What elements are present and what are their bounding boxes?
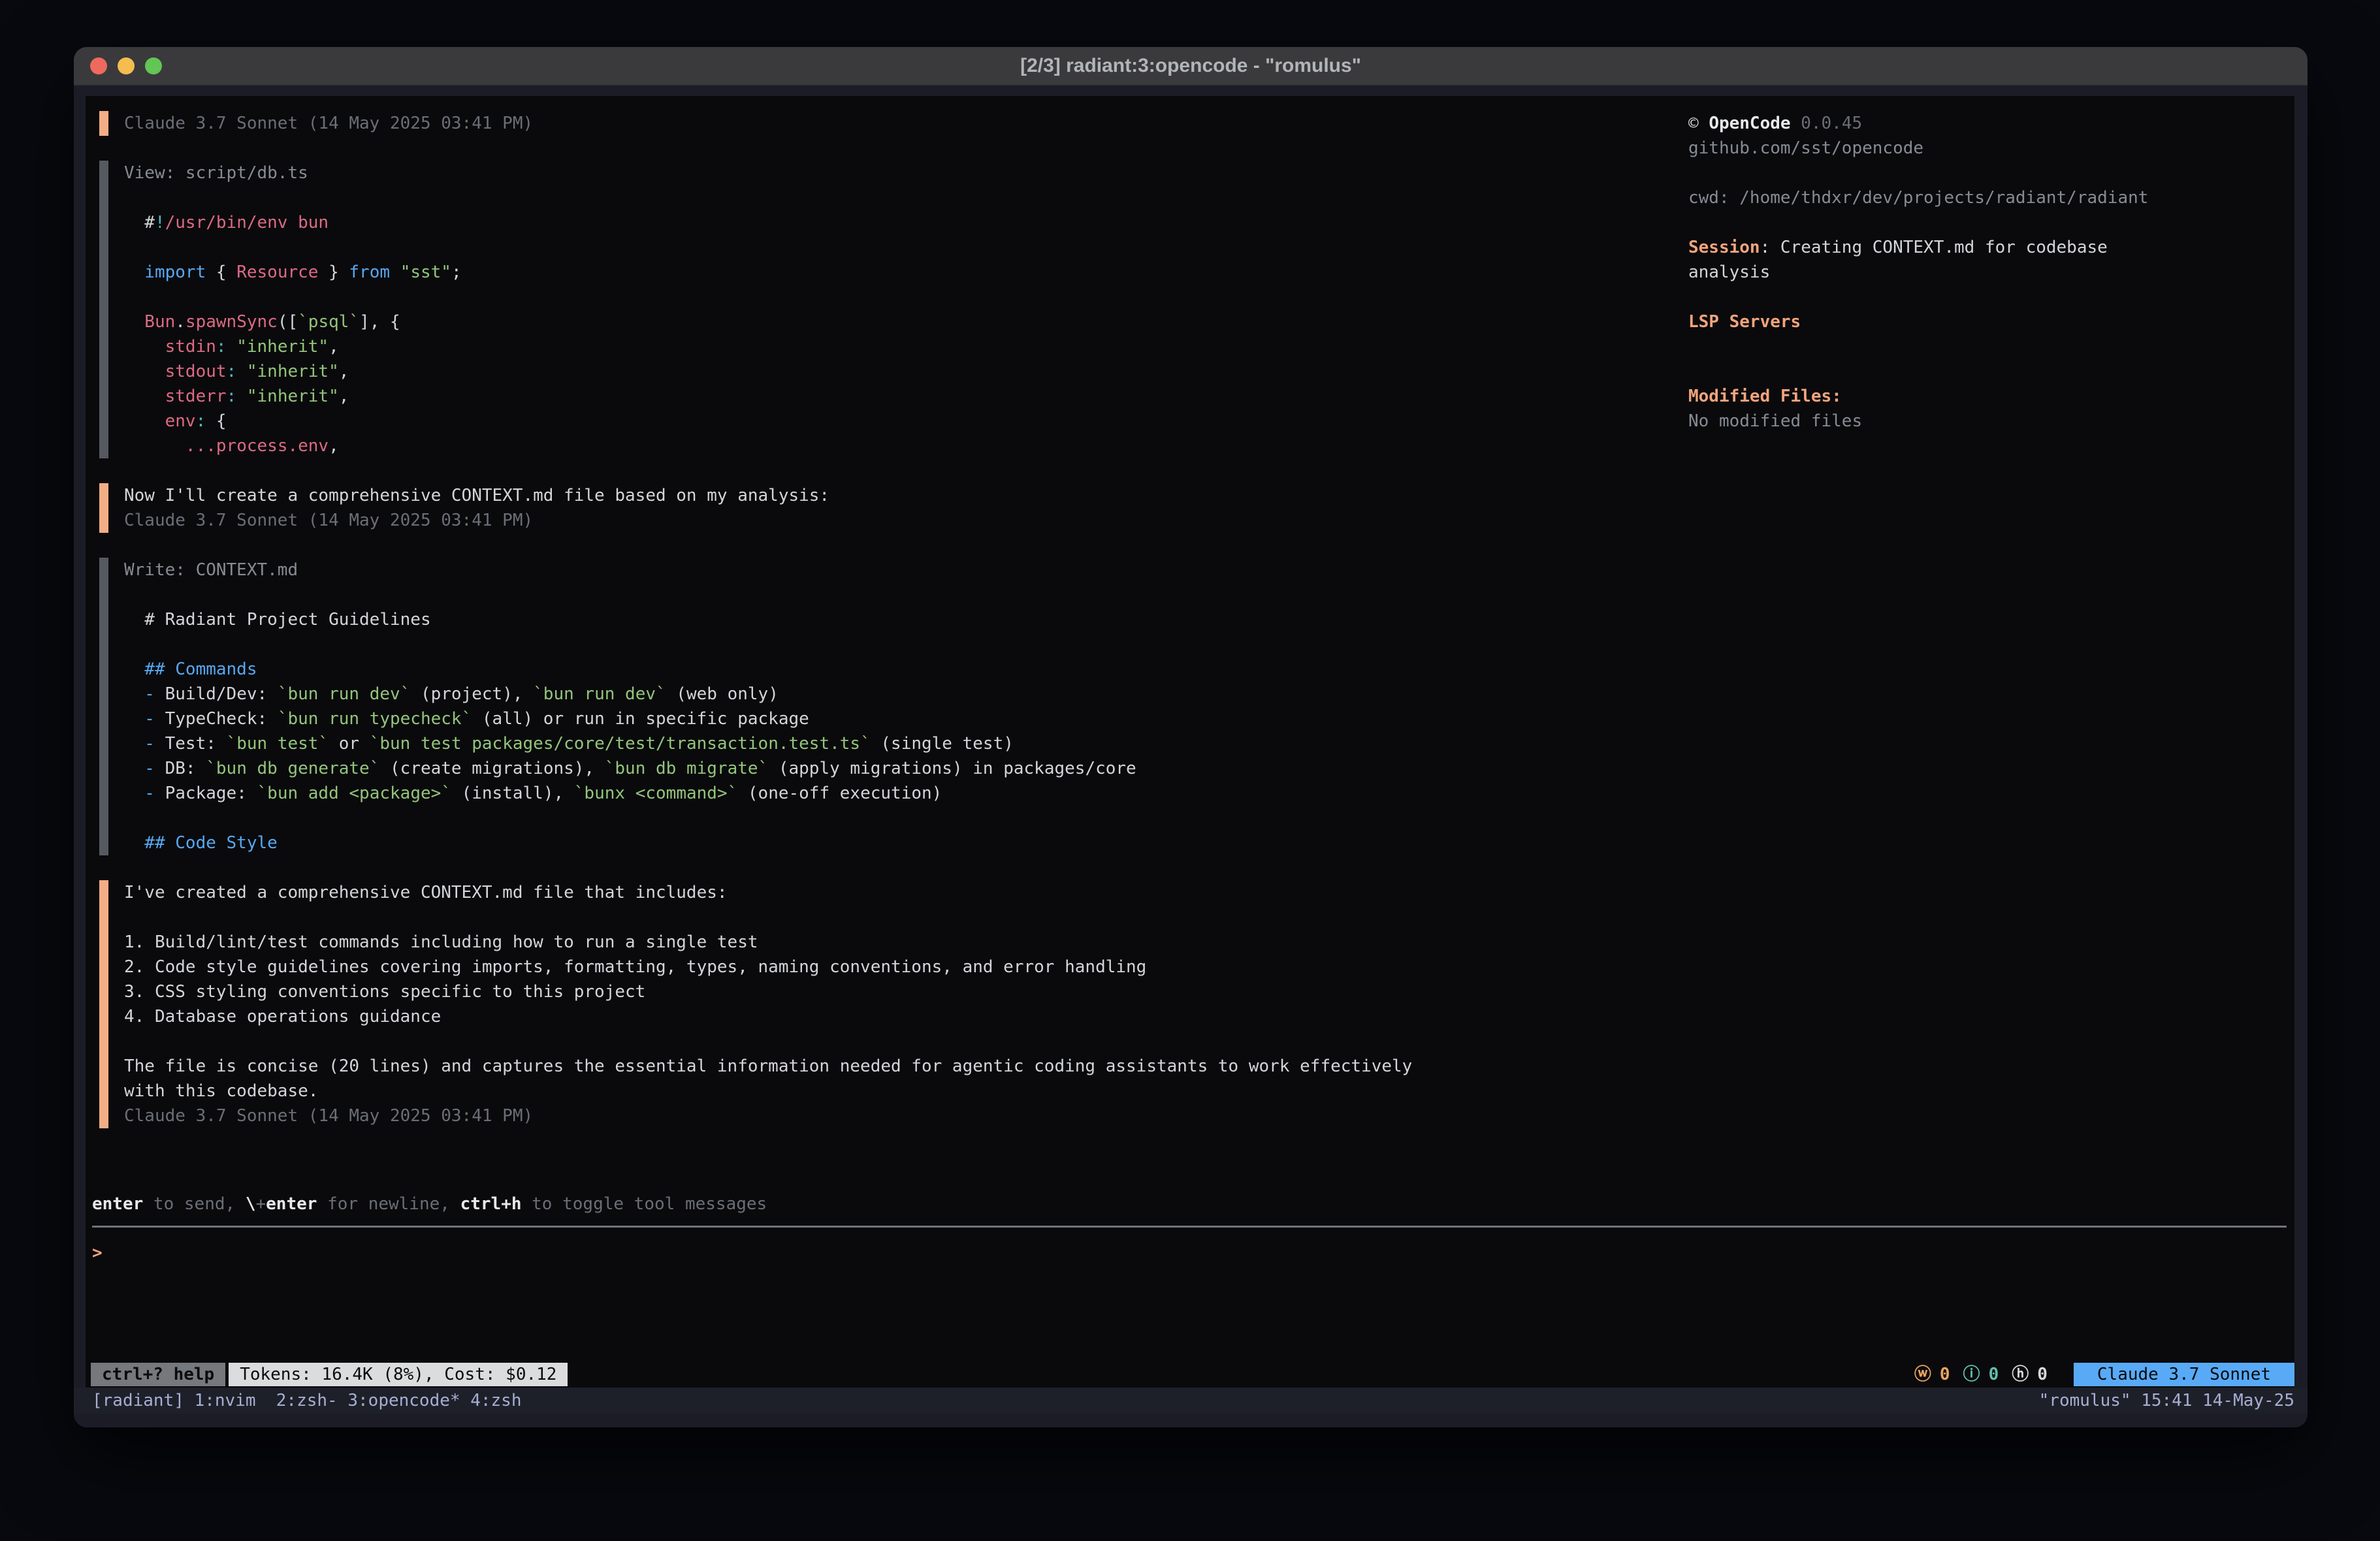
terminal-line: Claude 3.7 Sonnet (14 May 2025 03:41 PM) — [124, 111, 1666, 136]
input-separator — [92, 1226, 2287, 1228]
terminal-line: 2. Code style guidelines covering import… — [124, 955, 1666, 979]
terminal-line: - Package: `bun add <package>` (install)… — [124, 781, 1666, 806]
terminal-line: #!/usr/bin/env bun — [124, 210, 1666, 235]
info-count: 0 — [1989, 1362, 1999, 1387]
terminal-line — [124, 285, 1666, 310]
tmux-windows: 1:nvim 2:zsh- 3:opencode* 4:zsh — [184, 1391, 522, 1410]
lsp-diagnostics: ⓦ0ⓘ0ⓗ0 — [1914, 1362, 2048, 1387]
maximize-button[interactable] — [145, 57, 162, 74]
terminal-line: # Radiant Project Guidelines — [124, 607, 1666, 632]
window-title: [2/3] radiant:3:opencode - "romulus" — [74, 47, 2308, 85]
tmux-window[interactable]: 4:zsh — [470, 1391, 521, 1410]
terminal-line: 1. Build/lint/test commands including ho… — [124, 930, 1666, 955]
keybind-hints: enter to send, \+enter for newline, ctrl… — [92, 1192, 767, 1216]
terminal-line: - TypeCheck: `bun run typecheck` (all) o… — [124, 707, 1666, 731]
blank-line — [86, 136, 1666, 161]
blank-line — [86, 855, 1666, 880]
sidebar-line — [1688, 359, 2293, 384]
diagnostic-warnings: ⓦ0 — [1914, 1362, 1950, 1387]
close-button[interactable] — [90, 57, 107, 74]
blank-line — [86, 458, 1666, 483]
terminal-line — [124, 1029, 1666, 1054]
terminal-window: [2/3] radiant:3:opencode - "romulus" Cla… — [74, 47, 2308, 1427]
terminal-line — [124, 185, 1666, 210]
terminal-line — [124, 235, 1666, 260]
sidebar-line: analysis — [1688, 260, 2293, 285]
warnings-icon: ⓦ — [1914, 1362, 1931, 1387]
tmux-status-bar: [radiant] 1:nvim 2:zsh- 3:opencode* 4:zs… — [74, 1388, 2308, 1414]
terminal-content: Claude 3.7 Sonnet (14 May 2025 03:41 PM)… — [74, 86, 2308, 1427]
terminal-line: env: { — [124, 409, 1666, 434]
diagnostic-info: ⓘ0 — [1963, 1362, 1999, 1387]
terminal-line: - Test: `bun test` or `bun test packages… — [124, 731, 1666, 756]
terminal-line: 3. CSS styling conventions specific to t… — [124, 979, 1666, 1004]
terminal-line: stdin: "inherit", — [124, 334, 1666, 359]
tmux-window[interactable]: 3:opencode* — [347, 1391, 460, 1410]
tmux-window-list: [radiant] 1:nvim 2:zsh- 3:opencode* 4:zs… — [92, 1388, 521, 1414]
terminal-line: Write: CONTEXT.md — [124, 558, 1666, 582]
terminal-line — [124, 632, 1666, 657]
terminal-line — [124, 905, 1666, 930]
warnings-count: 0 — [1940, 1362, 1950, 1387]
sidebar-line: © OpenCode 0.0.45 — [1688, 111, 2293, 136]
sidebar-line — [1688, 161, 2293, 185]
prompt-input[interactable]: > — [92, 1241, 103, 1265]
help-keybind-badge: ctrl+? help — [91, 1363, 225, 1386]
terminal-line — [124, 806, 1666, 831]
terminal-line — [124, 582, 1666, 607]
terminal-line: with this codebase. — [124, 1079, 1666, 1104]
terminal-line: View: script/db.ts — [124, 161, 1666, 185]
tmux-window[interactable]: 1:nvim — [195, 1391, 266, 1410]
tmux-clock: "romulus" 15:41 14-May-25 — [2039, 1388, 2294, 1414]
sidebar-line: No modified files — [1688, 409, 2293, 434]
terminal-line: Bun.spawnSync([`psql`], { — [124, 310, 1666, 334]
terminal-line: - DB: `bun db generate` (create migratio… — [124, 756, 1666, 781]
terminal-line: Now I'll create a comprehensive CONTEXT.… — [124, 483, 1666, 508]
tmux-window[interactable]: 2:zsh- — [276, 1391, 338, 1410]
terminal-line: import { Resource } from "sst"; — [124, 260, 1666, 285]
sidebar-line — [1688, 285, 2293, 310]
sidebar-line: cwd: /home/thdxr/dev/projects/radiant/ra… — [1688, 185, 2293, 210]
diagnostic-hints: ⓗ0 — [2012, 1362, 2048, 1387]
chat-area: Claude 3.7 Sonnet (14 May 2025 03:41 PM)… — [86, 111, 1666, 1128]
info-icon: ⓘ — [1963, 1362, 1980, 1387]
tool-write-block: Write: CONTEXT.md # Radiant Project Guid… — [99, 558, 1666, 855]
assistant-message-block: Now I'll create a comprehensive CONTEXT.… — [99, 483, 1666, 533]
terminal-line: ...process.env, — [124, 434, 1666, 458]
prompt-symbol: > — [92, 1243, 103, 1263]
terminal-line: The file is concise (20 lines) and captu… — [124, 1054, 1666, 1079]
terminal-line: I've created a comprehensive CONTEXT.md … — [124, 880, 1666, 905]
terminal-line: stderr: "inherit", — [124, 384, 1666, 409]
assistant-summary-block: I've created a comprehensive CONTEXT.md … — [99, 880, 1666, 1128]
tool-view-block: View: script/db.ts #!/usr/bin/env bun im… — [99, 161, 1666, 458]
blank-line — [86, 533, 1666, 558]
model-badge: Claude 3.7 Sonnet — [2074, 1363, 2294, 1386]
terminal-line: - Build/Dev: `bun run dev` (project), `b… — [124, 682, 1666, 707]
terminal-line: ## Commands — [124, 657, 1666, 682]
title-bar[interactable]: [2/3] radiant:3:opencode - "romulus" — [74, 47, 2308, 86]
terminal-line: stdout: "inherit", — [124, 359, 1666, 384]
status-bar: ctrl+? help Tokens: 16.4K (8%), Cost: $0… — [91, 1363, 2294, 1386]
terminal-line: 4. Database operations guidance — [124, 1004, 1666, 1029]
sidebar-line: LSP Servers — [1688, 310, 2293, 334]
sidebar-line — [1688, 334, 2293, 359]
sidebar-line: Modified Files: — [1688, 384, 2293, 409]
opencode-tui: Claude 3.7 Sonnet (14 May 2025 03:41 PM)… — [86, 96, 2294, 1388]
hints-icon: ⓗ — [2012, 1362, 2029, 1387]
tmux-session-name: [radiant] — [92, 1391, 184, 1410]
minimize-button[interactable] — [118, 57, 135, 74]
assistant-meta: Claude 3.7 Sonnet (14 May 2025 03:41 PM) — [99, 111, 1666, 136]
sidebar-line: github.com/sst/opencode — [1688, 136, 2293, 161]
hints-count: 0 — [2037, 1362, 2048, 1387]
sidebar-line — [1688, 210, 2293, 235]
tokens-cost-badge: Tokens: 16.4K (8%), Cost: $0.12 — [229, 1363, 568, 1386]
terminal-line: Claude 3.7 Sonnet (14 May 2025 03:41 PM) — [124, 1104, 1666, 1128]
sidebar-line: Session: Creating CONTEXT.md for codebas… — [1688, 235, 2293, 260]
terminal-line: ## Code Style — [124, 831, 1666, 855]
session-sidebar: © OpenCode 0.0.45github.com/sst/opencode… — [1688, 111, 2293, 434]
traffic-lights — [90, 57, 162, 74]
terminal-line: Claude 3.7 Sonnet (14 May 2025 03:41 PM) — [124, 508, 1666, 533]
